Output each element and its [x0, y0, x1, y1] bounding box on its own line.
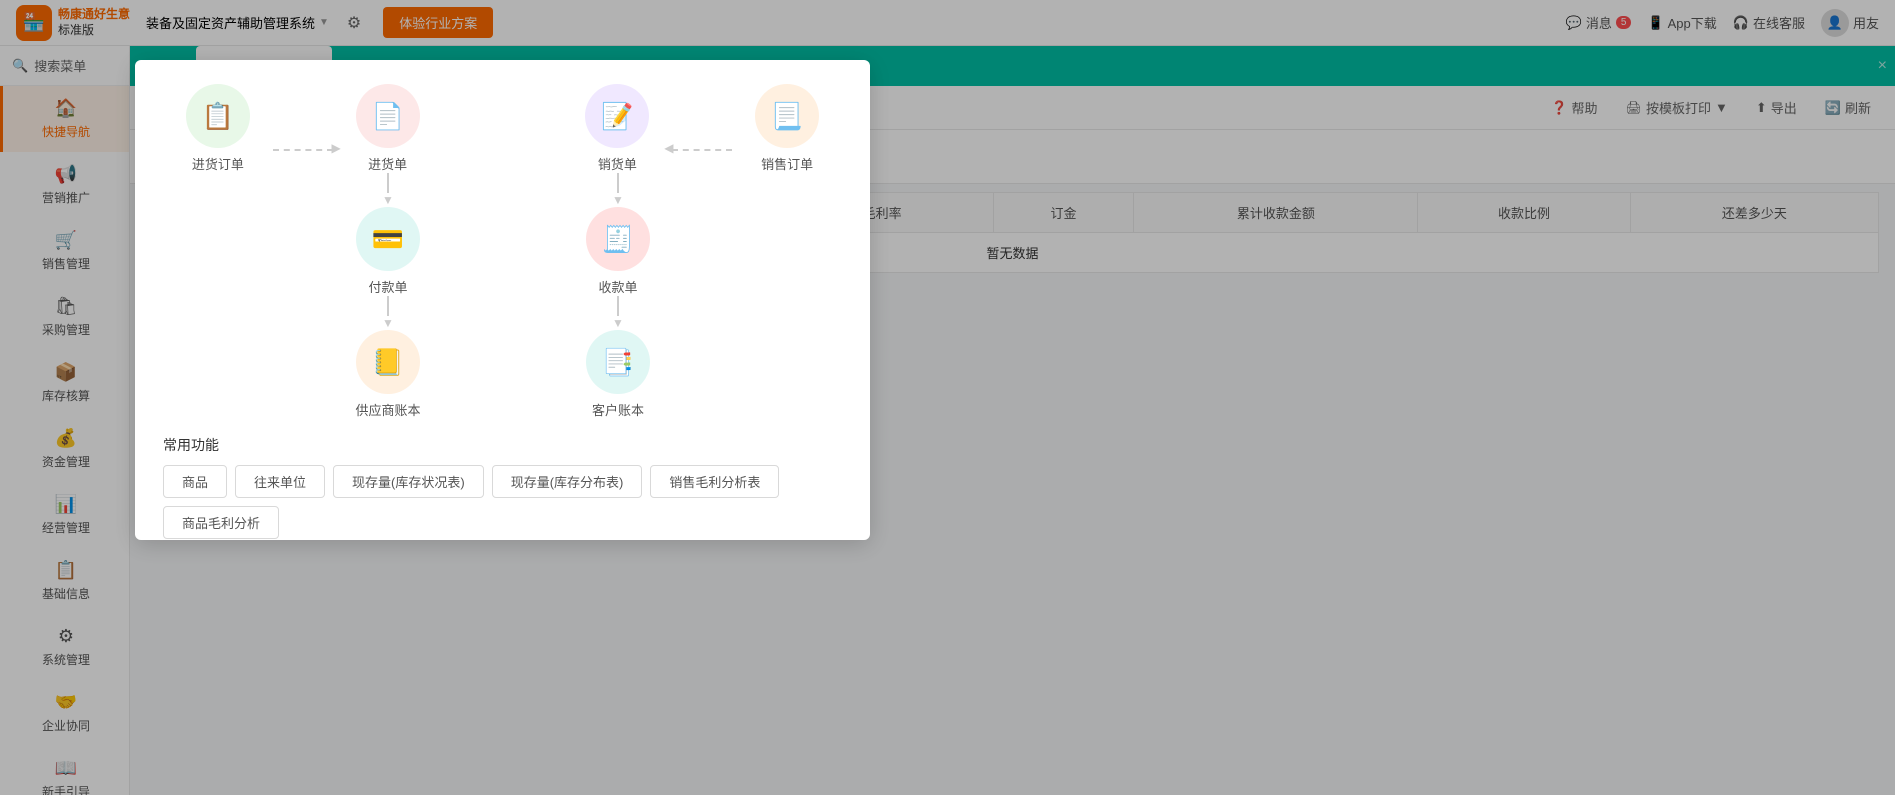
- func-btn-goods-profit[interactable]: 商品毛利分析: [163, 506, 279, 539]
- sales-order-label: 销售订单: [761, 154, 813, 173]
- flow-node-purchase-bill[interactable]: 📄 进货单: [333, 84, 443, 173]
- customer-circle: 📑: [586, 330, 650, 394]
- payment-label: 付款单: [368, 277, 407, 296]
- flow-node-payment[interactable]: 💳 付款单: [333, 207, 443, 296]
- common-functions-title: 常用功能: [163, 435, 842, 455]
- quick-panel: 📋 进货订单 ▶ 📄 进货单 📝 销货单: [135, 60, 870, 540]
- arrow-sales-order-to-bill: ◀: [672, 149, 732, 173]
- flow-row-5: 📒 供应商账本 📑 客户账本: [163, 330, 842, 419]
- customer-label: 客户账本: [592, 400, 644, 419]
- func-btn-goods[interactable]: 商品: [163, 465, 227, 498]
- purchase-order-circle: 📋: [186, 84, 250, 148]
- sales-bill-circle: 📝: [585, 84, 649, 148]
- func-btn-stock-dist[interactable]: 现存量(库存分布表): [492, 465, 643, 498]
- receipt-circle: 🧾: [586, 207, 650, 271]
- flow-node-sales-order[interactable]: 📃 销售订单: [732, 84, 842, 173]
- arrow-down-receipt: ▼: [563, 296, 673, 330]
- receipt-label: 收款单: [598, 277, 637, 296]
- sales-order-circle: 📃: [755, 84, 819, 148]
- flow-row-3: 💳 付款单 🧾 收款单: [163, 207, 842, 296]
- purchase-order-label: 进货订单: [192, 154, 244, 173]
- purchase-bill-label: 进货单: [368, 154, 407, 173]
- flow-row-4: ▼ ▼: [163, 296, 842, 330]
- flow-node-customer[interactable]: 📑 客户账本: [563, 330, 673, 419]
- arrow-purchase-to-bill: ▶: [273, 149, 333, 173]
- func-btn-partner[interactable]: 往来单位: [235, 465, 325, 498]
- flow-row-2: ▼ ▼: [163, 173, 842, 207]
- flow-row-1: 📋 进货订单 ▶ 📄 进货单 📝 销货单: [163, 84, 842, 173]
- arrow-down-payment: ▼: [333, 296, 443, 330]
- flow-node-supplier[interactable]: 📒 供应商账本: [333, 330, 443, 419]
- payment-circle: 💳: [356, 207, 420, 271]
- sales-bill-label: 销货单: [598, 154, 637, 173]
- supplier-label: 供应商账本: [355, 400, 420, 419]
- flow-node-purchase-order[interactable]: 📋 进货订单: [163, 84, 273, 173]
- flow-node-receipt[interactable]: 🧾 收款单: [563, 207, 673, 296]
- arrow-down-purchase: ▼: [333, 173, 443, 207]
- func-btn-sales-profit[interactable]: 销售毛利分析表: [650, 465, 779, 498]
- func-btn-stock-status[interactable]: 现存量(库存状况表): [333, 465, 484, 498]
- purchase-bill-circle: 📄: [356, 84, 420, 148]
- flow-node-sales-bill[interactable]: 📝 销货单: [562, 84, 672, 173]
- common-functions: 常用功能 商品 往来单位 现存量(库存状况表) 现存量(库存分布表) 销售毛利分…: [163, 435, 842, 540]
- flow-diagram: 📋 进货订单 ▶ 📄 进货单 📝 销货单: [163, 84, 842, 419]
- supplier-circle: 📒: [356, 330, 420, 394]
- function-buttons: 商品 往来单位 现存量(库存状况表) 现存量(库存分布表) 销售毛利分析表 商品…: [163, 465, 842, 539]
- arrow-down-sales: ▼: [563, 173, 673, 207]
